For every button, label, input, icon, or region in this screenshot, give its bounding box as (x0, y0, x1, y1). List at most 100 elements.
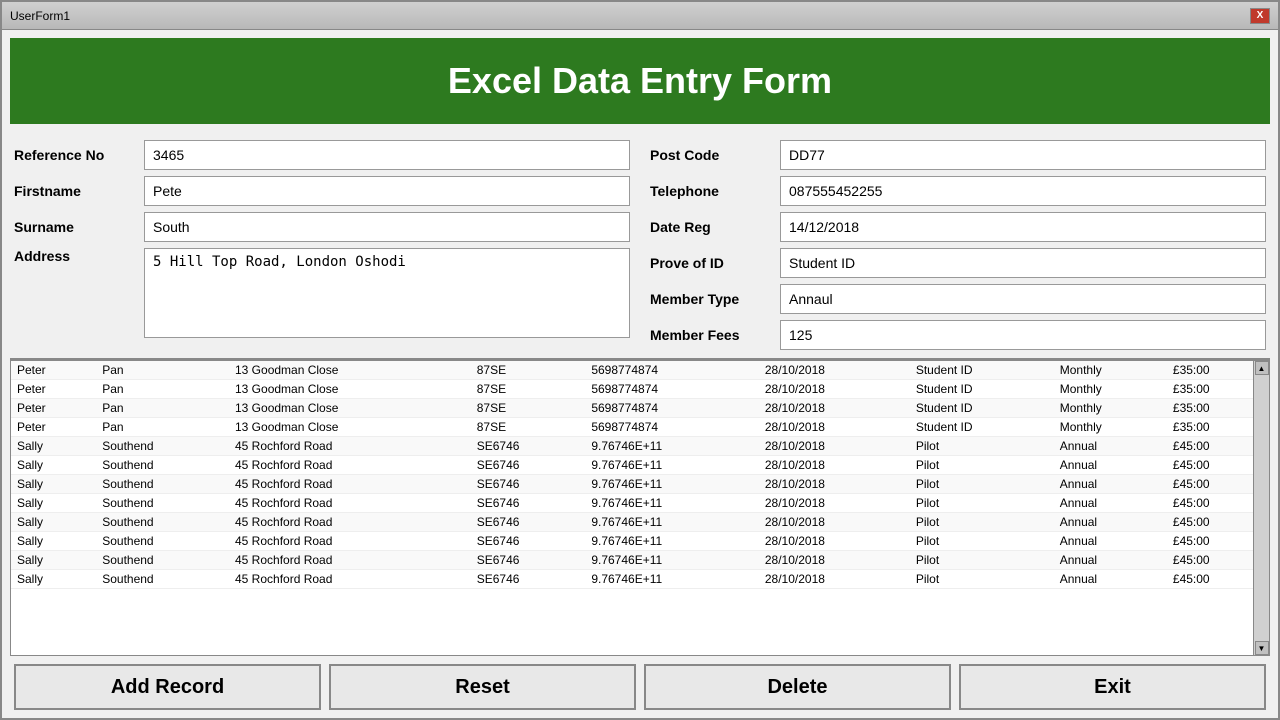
table-cell: 9.76746E+11 (585, 532, 759, 551)
table-row[interactable]: SallySouthend45 Rochford RoadSE67469.767… (11, 551, 1269, 570)
table-cell: Pan (96, 361, 229, 380)
table-cell: 45 Rochford Road (229, 513, 471, 532)
table-cell: 5698774874 (585, 418, 759, 437)
table-cell: 13 Goodman Close (229, 418, 471, 437)
window-title: UserForm1 (10, 9, 70, 23)
table-cell: 28/10/2018 (759, 437, 910, 456)
date-reg-input[interactable] (780, 212, 1266, 242)
table-cell: 9.76746E+11 (585, 570, 759, 589)
table-cell: Annual (1054, 532, 1167, 551)
main-window: UserForm1 X Excel Data Entry Form Refere… (0, 0, 1280, 720)
table-row[interactable]: PeterPan13 Goodman Close87SE569877487428… (11, 418, 1269, 437)
address-row: Address (14, 248, 630, 338)
reset-button[interactable]: Reset (329, 664, 636, 710)
table-cell: SE6746 (471, 570, 586, 589)
exit-button[interactable]: Exit (959, 664, 1266, 710)
table-cell: SE6746 (471, 456, 586, 475)
table-row[interactable]: SallySouthend45 Rochford RoadSE67469.767… (11, 570, 1269, 589)
table-cell: Annual (1054, 437, 1167, 456)
title-bar: UserForm1 X (2, 2, 1278, 30)
close-button[interactable]: X (1250, 8, 1270, 24)
scroll-up-button[interactable]: ▲ (1255, 361, 1269, 375)
table-cell: Student ID (910, 399, 1054, 418)
table-cell: Southend (96, 456, 229, 475)
table-cell: Sally (11, 551, 96, 570)
data-table: PeterPan13 Goodman Close87SE569877487428… (11, 361, 1269, 589)
table-cell: Southend (96, 437, 229, 456)
member-fees-label: Member Fees (650, 327, 770, 343)
table-cell: Pilot (910, 437, 1054, 456)
table-cell: SE6746 (471, 551, 586, 570)
table-cell: 45 Rochford Road (229, 570, 471, 589)
table-cell: Peter (11, 418, 96, 437)
telephone-label: Telephone (650, 183, 770, 199)
table-row[interactable]: SallySouthend45 Rochford RoadSE67469.767… (11, 475, 1269, 494)
add-record-button[interactable]: Add Record (14, 664, 321, 710)
table-row[interactable]: SallySouthend45 Rochford RoadSE67469.767… (11, 456, 1269, 475)
table-cell: Peter (11, 380, 96, 399)
reference-no-row: Reference No (14, 140, 630, 170)
table-cell: 9.76746E+11 (585, 475, 759, 494)
post-code-input[interactable] (780, 140, 1266, 170)
table-cell: Monthly (1054, 399, 1167, 418)
header-banner: Excel Data Entry Form (10, 38, 1270, 124)
table-cell: SE6746 (471, 532, 586, 551)
table-cell: 9.76746E+11 (585, 456, 759, 475)
table-cell: Pan (96, 380, 229, 399)
table-row[interactable]: SallySouthend45 Rochford RoadSE67469.767… (11, 494, 1269, 513)
prove-id-input[interactable] (780, 248, 1266, 278)
table-cell: Sally (11, 494, 96, 513)
table-cell: 45 Rochford Road (229, 494, 471, 513)
table-cell: 45 Rochford Road (229, 437, 471, 456)
date-reg-row: Date Reg (650, 212, 1266, 242)
table-cell: Monthly (1054, 361, 1167, 380)
post-code-label: Post Code (650, 147, 770, 163)
table-row[interactable]: SallySouthend45 Rochford RoadSE67469.767… (11, 513, 1269, 532)
table-cell: Annual (1054, 494, 1167, 513)
table-cell: Southend (96, 513, 229, 532)
table-row[interactable]: PeterPan13 Goodman Close87SE569877487428… (11, 380, 1269, 399)
table-cell: 28/10/2018 (759, 456, 910, 475)
member-fees-input[interactable] (780, 320, 1266, 350)
table-cell: 28/10/2018 (759, 551, 910, 570)
scrollbar[interactable]: ▲ ▼ (1253, 361, 1269, 655)
table-cell: 28/10/2018 (759, 570, 910, 589)
table-cell: Sally (11, 456, 96, 475)
table-cell: 28/10/2018 (759, 532, 910, 551)
table-cell: Southend (96, 570, 229, 589)
table-cell: Sally (11, 513, 96, 532)
reference-no-input[interactable] (144, 140, 630, 170)
table-cell: SE6746 (471, 437, 586, 456)
table-cell: 87SE (471, 399, 586, 418)
address-input[interactable] (144, 248, 630, 338)
table-row[interactable]: SallySouthend45 Rochford RoadSE67469.767… (11, 532, 1269, 551)
table-cell: Pilot (910, 456, 1054, 475)
date-reg-label: Date Reg (650, 219, 770, 235)
table-cell: Annual (1054, 475, 1167, 494)
delete-button[interactable]: Delete (644, 664, 951, 710)
surname-row: Surname (14, 212, 630, 242)
table-row[interactable]: PeterPan13 Goodman Close87SE569877487428… (11, 399, 1269, 418)
table-cell: SE6746 (471, 475, 586, 494)
data-table-section[interactable]: PeterPan13 Goodman Close87SE569877487428… (10, 360, 1270, 656)
table-cell: Pan (96, 399, 229, 418)
table-cell: Pan (96, 418, 229, 437)
table-cell: 5698774874 (585, 399, 759, 418)
table-cell: 28/10/2018 (759, 399, 910, 418)
prove-id-row: Prove of ID (650, 248, 1266, 278)
table-row[interactable]: SallySouthend45 Rochford RoadSE67469.767… (11, 437, 1269, 456)
table-cell: Peter (11, 399, 96, 418)
table-cell: 13 Goodman Close (229, 361, 471, 380)
firstname-row: Firstname (14, 176, 630, 206)
surname-input[interactable] (144, 212, 630, 242)
scroll-down-button[interactable]: ▼ (1255, 641, 1269, 655)
table-cell: Annual (1054, 456, 1167, 475)
table-row[interactable]: PeterPan13 Goodman Close87SE569877487428… (11, 361, 1269, 380)
table-cell: Annual (1054, 570, 1167, 589)
table-cell: 45 Rochford Road (229, 551, 471, 570)
member-type-input[interactable] (780, 284, 1266, 314)
table-cell: 28/10/2018 (759, 361, 910, 380)
telephone-input[interactable] (780, 176, 1266, 206)
address-label: Address (14, 248, 134, 264)
firstname-input[interactable] (144, 176, 630, 206)
